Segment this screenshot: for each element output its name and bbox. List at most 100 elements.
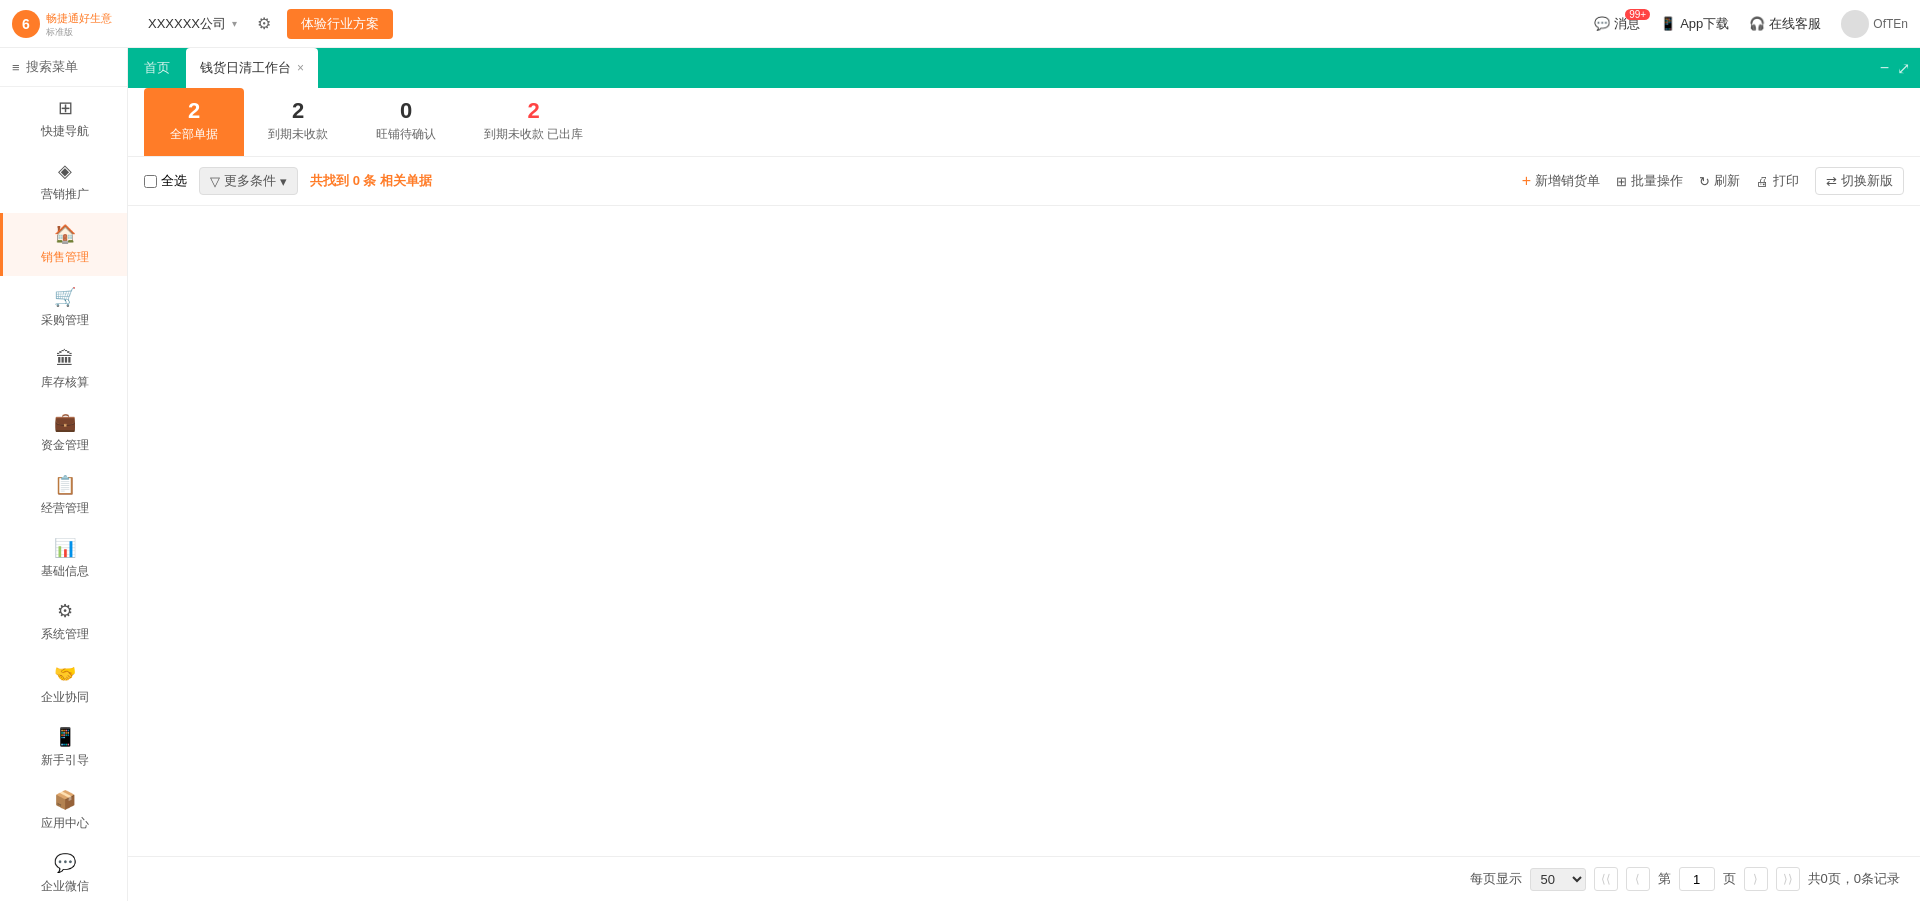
sidebar-item-label: 应用中心	[41, 815, 89, 832]
content-area: 2 全部单据 2 到期未收款 0 旺铺待确认 2 到期未收款 已出库	[128, 88, 1920, 901]
batch-operation-button[interactable]: ⊞ 批量操作	[1616, 172, 1683, 190]
app-download-icon: 📱	[1660, 16, 1676, 31]
sidebar-item-finance[interactable]: 💼 资金管理	[0, 401, 127, 464]
stat-number-shipped: 2	[528, 98, 540, 124]
sidebar-item-basic-info[interactable]: 📊 基础信息	[0, 527, 127, 590]
app-download-label: App下载	[1680, 15, 1729, 33]
stat-label-shipped: 到期未收款 已出库	[484, 126, 583, 143]
stat-number-all: 2	[188, 98, 200, 124]
switch-version-button[interactable]: ⇄ 切换新版	[1815, 167, 1904, 195]
online-service-button[interactable]: 🎧 在线客服	[1749, 15, 1821, 33]
switch-icon: ⇄	[1826, 174, 1837, 189]
sidebar-item-label: 基础信息	[41, 563, 89, 580]
sales-icon: 🏠	[54, 223, 76, 245]
per-page-select[interactable]: 50 100 200	[1530, 868, 1586, 891]
app-title: 畅捷通好生意	[46, 12, 112, 24]
stats-tabs: 2 全部单据 2 到期未收款 0 旺铺待确认 2 到期未收款 已出库	[128, 88, 1920, 157]
stat-tab-all[interactable]: 2 全部单据	[144, 88, 244, 156]
wechat-icon: 💬	[54, 852, 76, 874]
print-button[interactable]: 🖨 打印	[1756, 172, 1799, 190]
sidebar-search[interactable]: ≡ 搜索菜单	[0, 48, 127, 87]
finance-icon: 💼	[54, 411, 76, 433]
sidebar-item-sales[interactable]: 🏠 销售管理	[0, 213, 127, 276]
purchase-icon: 🛒	[54, 286, 76, 308]
tab-close-button[interactable]: ×	[297, 61, 304, 75]
new-sales-order-button[interactable]: + 新增销货单	[1522, 172, 1600, 190]
select-all-checkbox[interactable]: 全选	[144, 172, 187, 190]
guide-icon: 📱	[54, 726, 76, 748]
found-count-number: 0	[353, 173, 360, 188]
sidebar-item-quick-nav[interactable]: ⊞ 快捷导航	[0, 87, 127, 150]
toolbar: 全选 ▽ 更多条件 ▾ 共找到 0 条 相关单据 + 新增销货单	[128, 157, 1920, 206]
stat-tab-shipped[interactable]: 2 到期未收款 已出库	[460, 88, 607, 156]
quick-nav-icon: ⊞	[58, 97, 73, 119]
app-title-area: 畅捷通好生意 标准版	[46, 8, 112, 39]
company-selector[interactable]: XXXXXX公司 ▾	[140, 11, 245, 37]
filter-button[interactable]: ▽ 更多条件 ▾	[199, 167, 298, 195]
sidebar-item-system[interactable]: ⚙ 系统管理	[0, 590, 127, 653]
empty-state	[128, 206, 1920, 856]
operations-icon: 📋	[54, 474, 76, 496]
basic-info-icon: 📊	[54, 537, 76, 559]
filter-label: 更多条件	[224, 172, 276, 190]
sidebar-item-label: 系统管理	[41, 626, 89, 643]
sidebar-item-label: 营销推广	[41, 186, 89, 203]
new-sales-order-label: 新增销货单	[1535, 172, 1600, 190]
maximize-button[interactable]: ⤢	[1897, 59, 1910, 78]
tab-home[interactable]: 首页	[128, 48, 186, 88]
app-download-button[interactable]: 📱 App下载	[1660, 15, 1729, 33]
plus-icon: +	[1522, 172, 1531, 190]
tab-bar: 首页 钱货日清工作台 × − ⤢	[128, 48, 1920, 88]
sidebar-item-purchase[interactable]: 🛒 采购管理	[0, 276, 127, 339]
logo-area: 6 畅捷通好生意 标准版	[12, 8, 140, 39]
tab-active[interactable]: 钱货日清工作台 ×	[186, 48, 318, 88]
top-header: 6 畅捷通好生意 标准版 XXXXXX公司 ▾ ⚙ 体验行业方案 💬 消息 99…	[0, 0, 1920, 48]
table-area	[128, 206, 1920, 856]
avatar-name: OfTEn	[1873, 17, 1908, 31]
page-number-input[interactable]	[1679, 867, 1715, 891]
stat-label-pending: 旺铺待确认	[376, 126, 436, 143]
marketing-icon: ◈	[58, 160, 72, 182]
search-icon: ≡	[12, 60, 20, 75]
sidebar-item-corp-coop[interactable]: 🤝 企业协同	[0, 653, 127, 716]
messages-button[interactable]: 💬 消息 99+	[1594, 15, 1640, 33]
main-content: 首页 钱货日清工作台 × − ⤢ 2 全部单据 2 到期未收款	[128, 48, 1920, 901]
app-subtitle: 标准版	[46, 26, 112, 39]
sidebar-item-label: 销售管理	[41, 249, 89, 266]
trial-button[interactable]: 体验行业方案	[287, 9, 393, 39]
active-tab-label: 钱货日清工作台	[200, 59, 291, 77]
sidebar-item-label: 新手引导	[41, 752, 89, 769]
select-all-input[interactable]	[144, 175, 157, 188]
sidebar-item-label: 资金管理	[41, 437, 89, 454]
avatar-image	[1841, 10, 1869, 38]
user-avatar[interactable]: OfTEn	[1841, 10, 1908, 38]
stat-tab-overdue[interactable]: 2 到期未收款	[244, 88, 352, 156]
refresh-button[interactable]: ↻ 刷新	[1699, 172, 1740, 190]
sidebar-item-label: 采购管理	[41, 312, 89, 329]
tab-right-actions: − ⤢	[1880, 59, 1920, 78]
last-page-button[interactable]: ⟩⟩	[1776, 867, 1800, 891]
filter-icon: ▽	[210, 174, 220, 189]
sidebar-item-app-center[interactable]: 📦 应用中心	[0, 779, 127, 842]
batch-label: 批量操作	[1631, 172, 1683, 190]
switch-label: 切换新版	[1841, 172, 1893, 190]
print-icon: 🖨	[1756, 174, 1769, 189]
prev-page-button[interactable]: ⟨	[1626, 867, 1650, 891]
stat-tab-pending[interactable]: 0 旺铺待确认	[352, 88, 460, 156]
app-logo-icon: 6	[12, 10, 40, 38]
sidebar-item-label: 经营管理	[41, 500, 89, 517]
sidebar-item-inventory[interactable]: 🏛 库存核算	[0, 339, 127, 401]
next-page-button[interactable]: ⟩	[1744, 867, 1768, 891]
sidebar-item-operations[interactable]: 📋 经营管理	[0, 464, 127, 527]
sidebar-item-marketing[interactable]: ◈ 营销推广	[0, 150, 127, 213]
minimize-button[interactable]: −	[1880, 59, 1889, 77]
sidebar-item-guide[interactable]: 📱 新手引导	[0, 716, 127, 779]
sidebar-item-wechat[interactable]: 💬 企业微信	[0, 842, 127, 901]
total-records: 共0页，0条记录	[1808, 870, 1900, 888]
page-label: 第	[1658, 870, 1671, 888]
page-suffix: 页	[1723, 870, 1736, 888]
settings-button[interactable]: ⚙	[249, 9, 279, 39]
sidebar: ≡ 搜索菜单 ⊞ 快捷导航 ◈ 营销推广 🏠 销售管理 🛒 采购管理 🏛 库存核…	[0, 48, 128, 901]
stat-label-overdue: 到期未收款	[268, 126, 328, 143]
first-page-button[interactable]: ⟨⟨	[1594, 867, 1618, 891]
